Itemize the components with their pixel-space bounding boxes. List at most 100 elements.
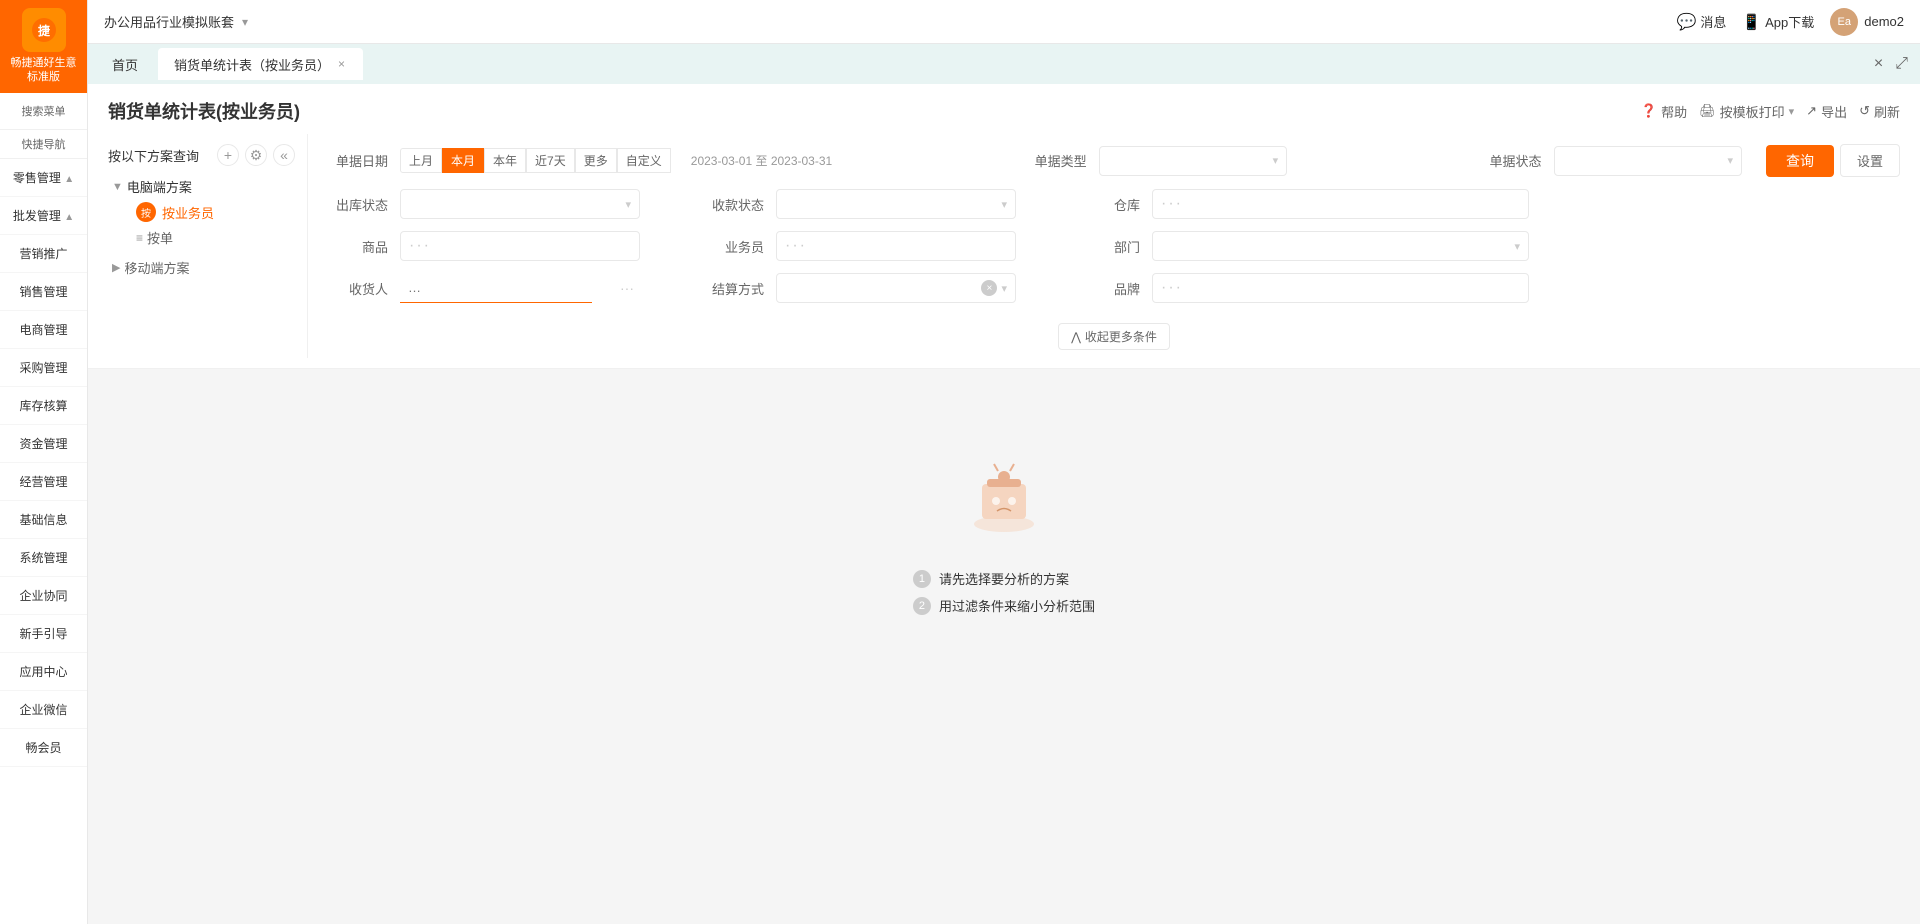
sidebar-item-sales[interactable]: 销售管理 xyxy=(0,273,87,311)
date-btn-7days[interactable]: 近7天 xyxy=(526,148,575,173)
scheme-collapse-icon[interactable]: « xyxy=(273,144,295,166)
retail-arrow-icon: ▲ xyxy=(64,174,74,185)
breadcrumb-dropdown-icon[interactable]: ▾ xyxy=(242,15,248,29)
sidebar-item-operations[interactable]: 经营管理 xyxy=(0,463,87,501)
salesman-select[interactable]: ··· xyxy=(776,231,1016,261)
settlement-select[interactable]: × ▾ xyxy=(776,273,1016,303)
product-select[interactable]: ··· xyxy=(400,231,640,261)
brand-select[interactable]: ··· xyxy=(1152,273,1529,303)
sidebar-item-inventory[interactable]: 库存核算 xyxy=(0,387,87,425)
collapse-bar: ⋀ 收起更多条件 xyxy=(328,315,1900,358)
collapse-button[interactable]: ⋀ 收起更多条件 xyxy=(1058,323,1170,350)
sidebar-item-wholesale[interactable]: 批发管理 ▲ xyxy=(0,197,87,235)
date-btn-custom[interactable]: 自定义 xyxy=(617,148,671,173)
scheme-pc-group-toggle[interactable]: ▼ 电脑端方案 xyxy=(112,174,295,199)
payment-status-select[interactable]: ▾ xyxy=(776,189,1016,219)
sidebar-item-beginner[interactable]: 新手引导 xyxy=(0,615,87,653)
sidebar-item-marketing[interactable]: 营销推广 xyxy=(0,235,87,273)
sidebar-quick-nav[interactable]: 快捷导航 xyxy=(0,130,87,159)
recipient-dots-icon: ··· xyxy=(620,280,634,296)
refresh-button[interactable]: ↺ 刷新 xyxy=(1859,102,1900,121)
tab-maximize-button[interactable]: ⤢ xyxy=(1891,51,1912,77)
empty-step-1: 1 请先选择要分析的方案 xyxy=(913,569,1095,588)
doc-type-label: 单据类型 xyxy=(1027,151,1087,170)
top-header: 办公用品行业模拟账套 ▾ 💬 消息 📱 App下载 Ea demo2 xyxy=(88,0,1920,44)
date-btn-more[interactable]: 更多 xyxy=(575,148,617,173)
tab-minimize-button[interactable]: × xyxy=(1870,51,1887,77)
scheme-mobile-group[interactable]: ▶ 移动端方案 xyxy=(112,254,295,281)
mobile-group-arrow-icon: ▶ xyxy=(112,261,120,274)
refresh-icon: ↺ xyxy=(1859,103,1870,119)
wholesale-arrow-icon: ▲ xyxy=(64,212,74,223)
doc-status-select[interactable]: ▾ xyxy=(1554,146,1742,176)
header-right: 💬 消息 📱 App下载 Ea demo2 xyxy=(1676,8,1904,36)
user-area[interactable]: Ea demo2 xyxy=(1830,8,1904,36)
step1-num: 1 xyxy=(913,570,931,588)
settlement-clear-btn[interactable]: × xyxy=(981,280,997,296)
scheme-settings-icon[interactable]: ⚙ xyxy=(245,144,267,166)
help-button[interactable]: ❓ 帮助 xyxy=(1641,102,1687,121)
sidebar-item-ecommerce[interactable]: 电商管理 xyxy=(0,311,87,349)
date-btn-this-year[interactable]: 本年 xyxy=(484,148,526,173)
message-icon: 💬 xyxy=(1676,12,1696,32)
print-button[interactable]: 🖨 按模板打印 ▾ xyxy=(1699,102,1794,121)
sidebar-item-purchase[interactable]: 采购管理 xyxy=(0,349,87,387)
tab-sales-stats[interactable]: 销货单统计表（按业务员） × xyxy=(158,48,363,80)
tab-home[interactable]: 首页 xyxy=(96,48,154,80)
date-btn-last-month[interactable]: 上月 xyxy=(400,148,442,173)
query-panel: 按以下方案查询 + ⚙ « ▼ 电脑端方案 xyxy=(88,134,1920,369)
scheme-item-salesman-label: 按业务员 xyxy=(162,203,214,222)
dept-label: 部门 xyxy=(1080,237,1140,256)
scheme-panel-header: 按以下方案查询 + ⚙ « xyxy=(108,144,295,166)
date-range-display: 2023-03-01 至 2023-03-31 xyxy=(691,152,832,169)
sidebar-item-enterprise[interactable]: 企业协同 xyxy=(0,577,87,615)
sidebar-item-finance[interactable]: 资金管理 xyxy=(0,425,87,463)
scheme-panel-icons: + ⚙ « xyxy=(217,144,295,166)
sidebar-item-membership[interactable]: 畅会员 xyxy=(0,729,87,767)
scheme-tree: ▼ 电脑端方案 按 按业务员 ≡ 按单 xyxy=(108,174,295,281)
filter-row-date: 单据日期 上月 本月 本年 近7天 更多 自定义 2023-03-01 至 20… xyxy=(328,144,1900,177)
warehouse-dots-icon: ··· xyxy=(1161,195,1183,213)
app-icon: 📱 xyxy=(1742,13,1761,31)
sidebar-item-system[interactable]: 系统管理 xyxy=(0,539,87,577)
sidebar-search[interactable]: 搜索菜单 xyxy=(0,93,87,130)
query-button[interactable]: 查询 xyxy=(1766,145,1834,177)
sidebar-search-label: 搜索菜单 xyxy=(22,106,66,118)
filter-row-recipient: 收货人 ··· 结算方式 × ▾ xyxy=(328,273,1900,303)
export-label: 导出 xyxy=(1821,102,1847,121)
scheme-panel-title: 按以下方案查询 xyxy=(108,146,199,165)
date-btn-this-month[interactable]: 本月 xyxy=(442,148,484,173)
sidebar-item-basic[interactable]: 基础信息 xyxy=(0,501,87,539)
page-content: 销货单统计表(按业务员) ❓ 帮助 🖨 按模板打印 ▾ ↗ 导出 xyxy=(88,84,1920,924)
empty-state: 1 请先选择要分析的方案 2 用过滤条件来缩小分析范围 xyxy=(88,369,1920,695)
message-button[interactable]: 💬 消息 xyxy=(1676,12,1726,32)
help-label: 帮助 xyxy=(1661,102,1687,121)
tab-close-icon[interactable]: × xyxy=(336,55,347,73)
sidebar-item-wechat[interactable]: 企业微信 xyxy=(0,691,87,729)
sidebar-item-apps[interactable]: 应用中心 xyxy=(0,653,87,691)
doc-type-select[interactable]: ▾ xyxy=(1099,146,1287,176)
settlement-arrow-icon: ▾ xyxy=(1001,282,1007,295)
print-label: 按模板打印 xyxy=(1720,102,1785,121)
app-download-button[interactable]: 📱 App下载 xyxy=(1742,12,1814,31)
stock-status-select[interactable]: ▾ xyxy=(400,189,640,219)
sidebar-logo[interactable]: 捷 畅捷通好生意 标准版 xyxy=(0,0,87,93)
dept-select[interactable]: ▾ xyxy=(1152,231,1529,261)
settings-button[interactable]: 设置 xyxy=(1840,144,1900,177)
export-icon: ↗ xyxy=(1806,103,1817,119)
brand-dots-icon: ··· xyxy=(1161,279,1183,297)
scheme-add-icon[interactable]: + xyxy=(217,144,239,166)
sidebar-item-retail[interactable]: 零售管理 ▲ xyxy=(0,159,87,197)
doc-status-label: 单据状态 xyxy=(1482,151,1542,170)
doc-status-arrow-icon: ▾ xyxy=(1727,154,1733,167)
scheme-item-order-label: 按单 xyxy=(147,228,173,247)
warehouse-select[interactable]: ··· xyxy=(1152,189,1529,219)
print-arrow-icon[interactable]: ▾ xyxy=(1789,105,1795,118)
filter-row-status: 出库状态 ▾ 收款状态 ▾ 仓库 xyxy=(328,189,1900,219)
recipient-input[interactable] xyxy=(400,273,592,303)
brand-label: 品牌 xyxy=(1080,279,1140,298)
settlement-controls: × ▾ xyxy=(981,280,1007,296)
scheme-item-by-salesman[interactable]: 按 按业务员 xyxy=(136,199,295,225)
scheme-item-by-order[interactable]: ≡ 按单 xyxy=(136,225,295,250)
export-button[interactable]: ↗ 导出 xyxy=(1806,102,1847,121)
